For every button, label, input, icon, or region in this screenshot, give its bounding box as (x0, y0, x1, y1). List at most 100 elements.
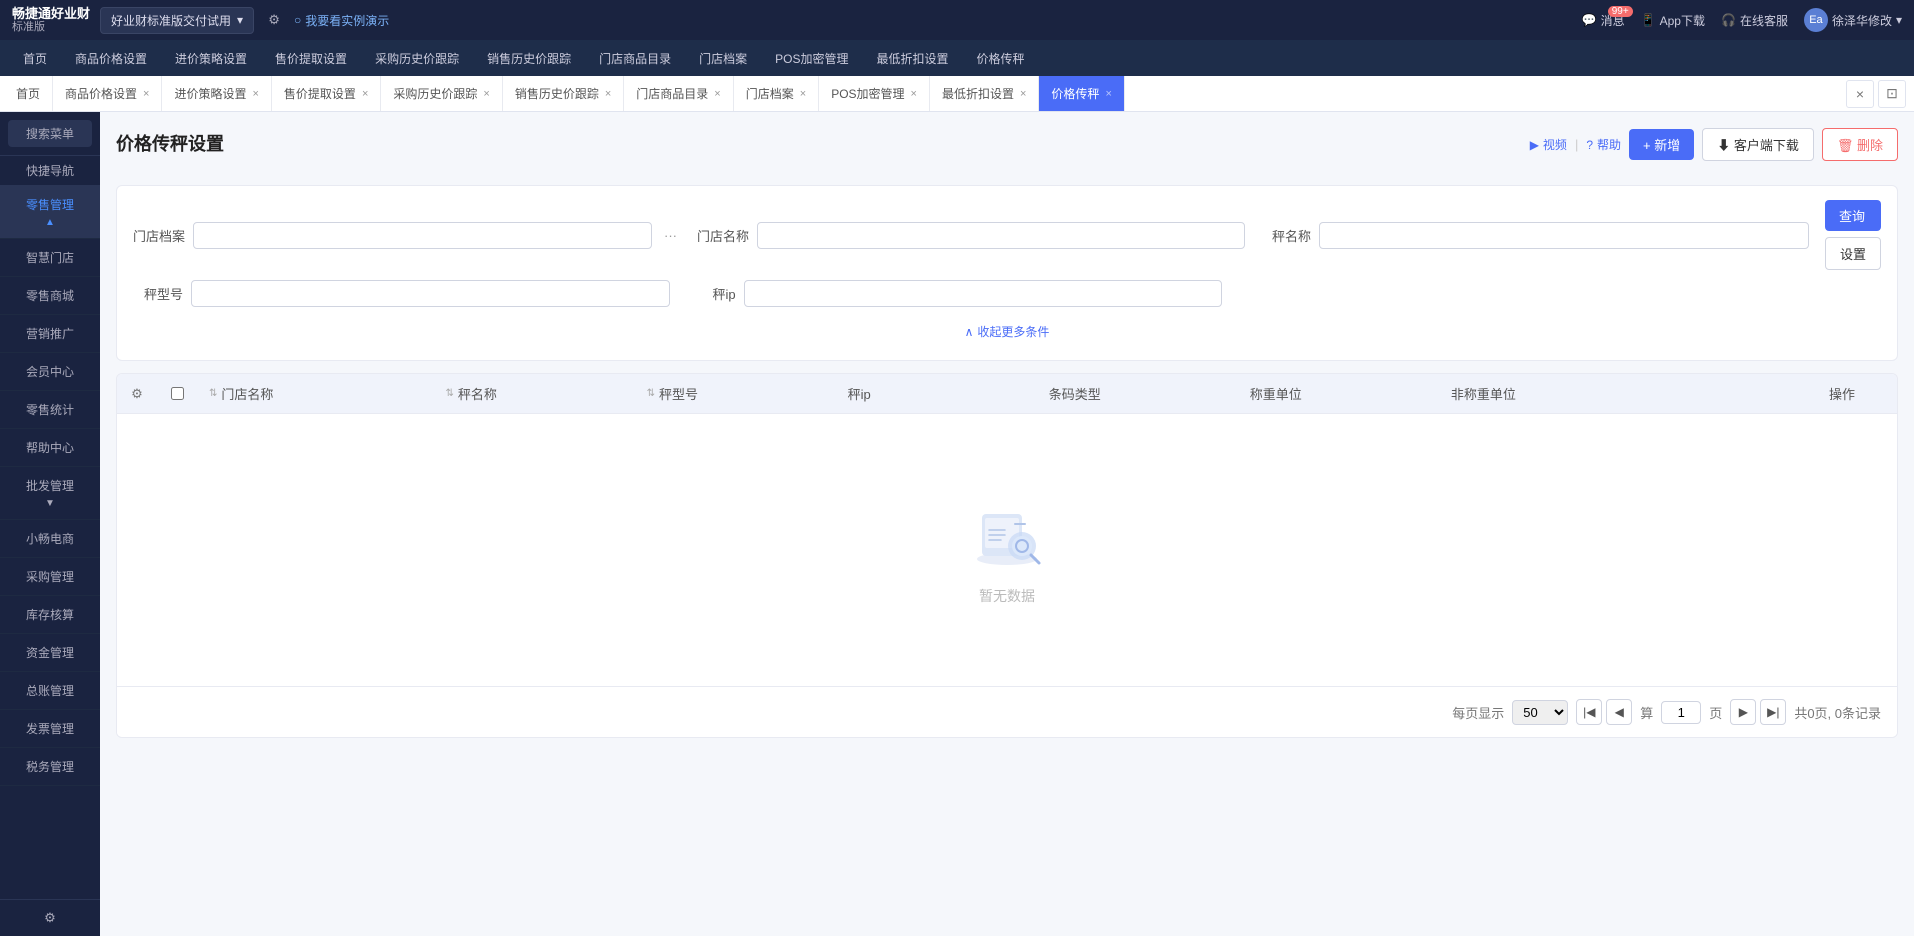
play-icon: ▶ (1530, 138, 1539, 152)
settings-filter-button[interactable]: 设置 (1825, 237, 1881, 270)
store-name-input[interactable] (757, 222, 1245, 249)
chevron-up-icon: ∧ (965, 325, 974, 339)
tab-sale-extract[interactable]: 售价提取设置 × (272, 76, 381, 111)
tab-purchase-strategy[interactable]: 进价策略设置 × (162, 76, 271, 111)
download-icon: 📱 (1641, 13, 1656, 27)
page-unit: 页 (1709, 703, 1722, 722)
select-all-checkbox[interactable] (157, 377, 197, 410)
content-area: 价格传秤设置 ▶ 视频 | ? 帮助 + 新增 ⬇ 客户端下载 🗑 删除 (100, 112, 1914, 936)
sidebar-item-retail[interactable]: 零售管理 ▲ (0, 186, 100, 239)
nav-purchase-history[interactable]: 采购历史价跟踪 (364, 45, 470, 72)
close-icon[interactable]: × (1105, 88, 1111, 100)
close-icon[interactable]: × (1020, 88, 1026, 100)
sidebar-item-smart-store[interactable]: 智慧门店 (0, 239, 100, 277)
collapse-button[interactable]: ∧ 收起更多条件 (133, 317, 1881, 346)
close-icon[interactable]: × (714, 88, 720, 100)
sidebar-item-retail-mall[interactable]: 零售商城 (0, 277, 100, 315)
checkbox-all[interactable] (171, 387, 184, 400)
tab-min-discount[interactable]: 最低折扣设置 × (930, 76, 1039, 111)
close-icon[interactable]: × (143, 88, 149, 100)
headset-icon: 🎧 (1721, 13, 1736, 27)
close-icon[interactable]: × (252, 88, 258, 100)
app-version: 标准版 (12, 21, 92, 34)
tab-home[interactable]: 首页 (4, 76, 53, 111)
sidebar-item-inventory[interactable]: 库存核算 (0, 596, 100, 634)
tab-store-profile[interactable]: 门店档案 × (734, 76, 819, 111)
sort-icon: ⇅ (445, 388, 453, 399)
data-table: ⚙ ⇅ 门店名称 ⇅ 秤名称 ⇅ 秤型号 秤ip (116, 373, 1898, 738)
more-icon[interactable]: ··· (660, 228, 681, 243)
search-menu-button[interactable]: 搜索菜单 (8, 120, 92, 147)
tab-store-catalog[interactable]: 门店商品目录 × (624, 76, 733, 111)
tab-sale-history[interactable]: 销售历史价跟踪 × (503, 76, 624, 111)
nav-store-catalog[interactable]: 门店商品目录 (588, 45, 682, 72)
per-page-select[interactable]: 10 20 50 100 (1512, 700, 1568, 725)
version-selector[interactable]: 好业财标准版交付试用 ▾ (100, 7, 254, 34)
sidebar-item-retail-stats[interactable]: 零售统计 (0, 391, 100, 429)
tab-pos-security[interactable]: POS加密管理 × (819, 76, 930, 111)
sidebar-item-ecommerce[interactable]: 小畅电商 (0, 520, 100, 558)
close-icon[interactable]: × (605, 88, 611, 100)
nav-price-settings[interactable]: 商品价格设置 (64, 45, 158, 72)
nav-store-profile[interactable]: 门店档案 (688, 45, 758, 72)
close-icon[interactable]: × (362, 88, 368, 100)
scale-ip-input[interactable] (744, 280, 1223, 307)
sidebar-item-tax[interactable]: 税务管理 (0, 748, 100, 786)
scale-model-input[interactable] (191, 280, 670, 307)
tab-price-scale[interactable]: 价格传秤 × (1039, 76, 1124, 111)
last-page-button[interactable]: ▶| (1760, 699, 1786, 725)
gear-icon[interactable]: ⚙ (262, 8, 286, 32)
nav-sale-history[interactable]: 销售历史价跟踪 (476, 45, 582, 72)
sidebar-item-help[interactable]: 帮助中心 (0, 429, 100, 467)
message-icon: 💬 (1582, 13, 1597, 27)
main-layout: 搜索菜单 快捷导航 零售管理 ▲ 智慧门店 零售商城 营销推广 会员中心 零售统… (0, 112, 1914, 936)
sidebar-item-marketing[interactable]: 营销推广 (0, 315, 100, 353)
close-icon[interactable]: × (800, 88, 806, 100)
sidebar-quick-nav[interactable]: 快捷导航 (0, 156, 100, 186)
tab-purchase-history[interactable]: 采购历史价跟踪 × (381, 76, 502, 111)
demo-link[interactable]: ○ 我要看实例演示 (294, 12, 389, 29)
nav-purchase-strategy[interactable]: 进价策略设置 (164, 45, 258, 72)
delete-button[interactable]: 🗑 删除 (1822, 128, 1898, 161)
query-button[interactable]: 查询 (1825, 200, 1881, 231)
sidebar-item-finance[interactable]: 资金管理 (0, 634, 100, 672)
next-page-button[interactable]: ▶ (1730, 699, 1756, 725)
sidebar-item-purchase[interactable]: 采购管理 (0, 558, 100, 596)
nav-price-scale[interactable]: 价格传秤 (965, 45, 1035, 72)
messages-button[interactable]: 💬 消息 99+ (1582, 12, 1625, 29)
add-button[interactable]: + 新增 (1629, 129, 1694, 160)
sidebar-item-member[interactable]: 会员中心 (0, 353, 100, 391)
user-menu[interactable]: Ea 徐泽华修改 ▾ (1804, 8, 1902, 32)
sidebar-item-invoice[interactable]: 发票管理 (0, 710, 100, 748)
chevron-down-icon: ▾ (237, 13, 243, 27)
top-bar: 畅捷通好业财 标准版 好业财标准版交付试用 ▾ ⚙ ○ 我要看实例演示 💬 消息… (0, 0, 1914, 40)
nav-sale-extract[interactable]: 售价提取设置 (264, 45, 358, 72)
sidebar-settings-button[interactable]: ⚙ (0, 899, 100, 936)
table-header: ⚙ ⇅ 门店名称 ⇅ 秤名称 ⇅ 秤型号 秤ip (117, 374, 1897, 414)
sidebar-item-wholesale[interactable]: 批发管理 ▼ (0, 467, 100, 520)
store-archive-label: 门店档案 (133, 226, 185, 245)
table-empty-state: 暂无数据 (117, 414, 1897, 686)
tab-expand[interactable]: ⊡ (1878, 80, 1906, 108)
first-page-button[interactable]: |◀ (1576, 699, 1602, 725)
scale-name-input[interactable] (1319, 222, 1809, 249)
nav-min-discount[interactable]: 最低折扣设置 (865, 45, 959, 72)
close-icon[interactable]: × (911, 88, 917, 100)
page-input[interactable] (1661, 701, 1701, 724)
sidebar-item-ledger[interactable]: 总账管理 (0, 672, 100, 710)
tab-close-current[interactable]: × (1846, 80, 1874, 108)
download-button[interactable]: ⬇ 客户端下载 (1702, 128, 1814, 161)
nav-home[interactable]: 首页 (12, 45, 58, 72)
close-icon[interactable]: × (483, 88, 489, 100)
tab-price-settings[interactable]: 商品价格设置 × (53, 76, 162, 111)
video-link[interactable]: ▶ 视频 (1530, 136, 1567, 153)
column-settings-icon[interactable]: ⚙ (117, 376, 157, 412)
online-service-button[interactable]: 🎧 在线客服 (1721, 12, 1788, 29)
page-total: 共0页, 0条记录 (1794, 703, 1881, 722)
nav-pos-security[interactable]: POS加密管理 (764, 45, 859, 72)
app-download-button[interactable]: 📱 App下载 (1641, 12, 1705, 29)
help-link[interactable]: ? 帮助 (1586, 136, 1621, 153)
prev-page-button[interactable]: ◀ (1606, 699, 1632, 725)
col-header-scale-name: ⇅ 秤名称 (433, 374, 634, 413)
store-archive-input[interactable] (193, 222, 652, 249)
